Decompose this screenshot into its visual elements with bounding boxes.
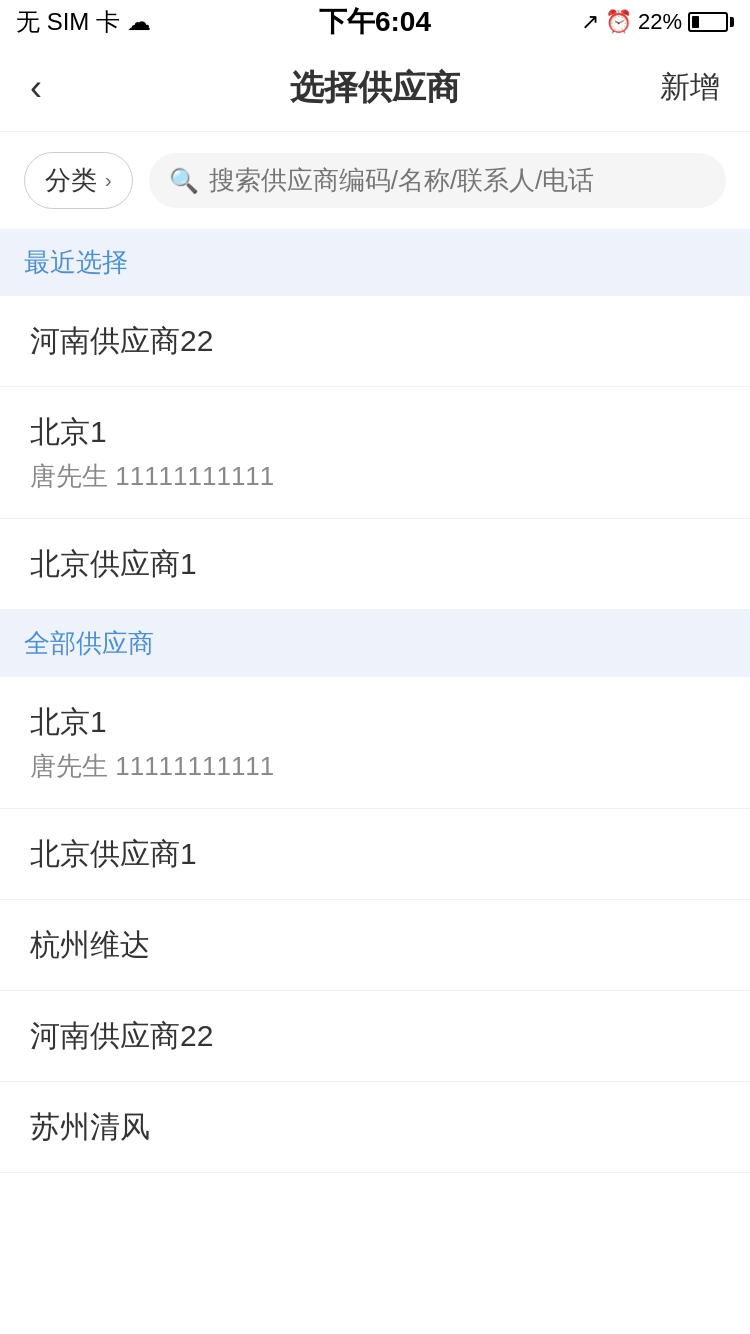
search-input[interactable] — [209, 165, 706, 196]
recent-section-header: 最近选择 — [0, 229, 750, 296]
item-name: 杭州维达 — [30, 924, 720, 966]
nav-bar: ‹ 选择供应商 新增 — [0, 44, 750, 132]
item-sub: 唐先生 11111111111 — [30, 459, 720, 494]
item-name: 河南供应商22 — [30, 320, 720, 362]
category-button[interactable]: 分类 › — [24, 152, 133, 209]
list-item[interactable]: 北京供应商1 — [0, 809, 750, 900]
back-button[interactable]: ‹ — [30, 57, 52, 119]
chevron-right-icon: › — [105, 169, 112, 192]
sim-status: 无 SIM 卡 ☁ — [16, 6, 151, 38]
list-item[interactable]: 河南供应商22 — [0, 296, 750, 387]
list-item[interactable]: 苏州清风 — [0, 1082, 750, 1173]
list-item[interactable]: 河南供应商22 — [0, 991, 750, 1082]
location-icon: ↗ — [581, 9, 599, 35]
page-title: 选择供应商 — [290, 65, 460, 111]
status-right: ↗ ⏰ 22% — [581, 9, 734, 35]
status-left: 无 SIM 卡 ☁ — [16, 6, 151, 38]
new-action-button[interactable]: 新增 — [660, 67, 720, 108]
all-section-label: 全部供应商 — [24, 628, 154, 658]
item-name: 北京1 — [30, 701, 720, 743]
recent-list: 河南供应商22 北京1 唐先生 11111111111 北京供应商1 — [0, 296, 750, 610]
list-item[interactable]: 北京1 唐先生 11111111111 — [0, 677, 750, 809]
status-bar: 无 SIM 卡 ☁ 下午6:04 ↗ ⏰ 22% — [0, 0, 750, 44]
recent-section-label: 最近选择 — [24, 247, 128, 277]
search-icon: 🔍 — [169, 167, 199, 195]
all-section-header: 全部供应商 — [0, 610, 750, 677]
battery-icon — [688, 12, 734, 32]
filter-bar: 分类 › 🔍 — [0, 132, 750, 229]
list-item[interactable]: 北京1 唐先生 11111111111 — [0, 387, 750, 519]
item-name: 北京1 — [30, 411, 720, 453]
item-name: 北京供应商1 — [30, 543, 720, 585]
item-name: 北京供应商1 — [30, 833, 720, 875]
list-item[interactable]: 杭州维达 — [0, 900, 750, 991]
alarm-icon: ⏰ — [605, 9, 632, 35]
item-name: 苏州清风 — [30, 1106, 720, 1148]
status-time: 下午6:04 — [319, 3, 431, 41]
item-name: 河南供应商22 — [30, 1015, 720, 1057]
search-box[interactable]: 🔍 — [149, 153, 726, 208]
item-sub: 唐先生 11111111111 — [30, 749, 720, 784]
category-label: 分类 — [45, 163, 97, 198]
battery-percent: 22% — [638, 9, 682, 35]
list-item[interactable]: 北京供应商1 — [0, 519, 750, 610]
all-list: 北京1 唐先生 11111111111 北京供应商1 杭州维达河南供应商22 苏州清风 — [0, 677, 750, 1173]
